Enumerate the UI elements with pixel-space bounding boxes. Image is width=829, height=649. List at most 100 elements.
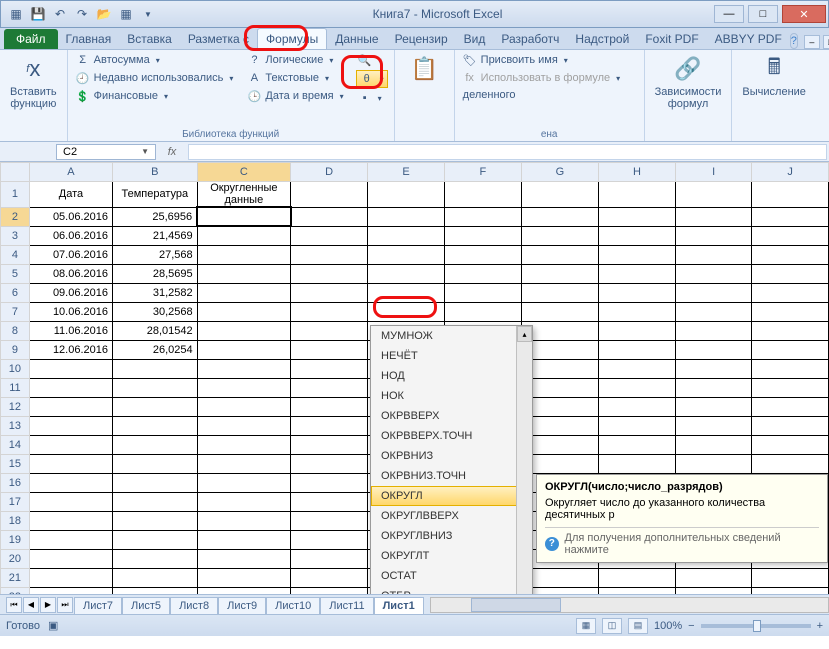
text-button[interactable]: AТекстовые▾: [245, 70, 345, 86]
cell-a3[interactable]: 06.06.2016: [29, 226, 112, 245]
print-preview-icon[interactable]: ▦: [117, 5, 135, 23]
tab-nav-next[interactable]: ▶: [40, 597, 56, 613]
dropdown-item-округлвверх[interactable]: ОКРУГЛВВЕРХ: [371, 506, 532, 526]
col-header-h[interactable]: H: [598, 163, 675, 182]
sheet-tab-Лист5[interactable]: Лист5: [122, 597, 170, 614]
sheet-tab-Лист9[interactable]: Лист9: [218, 597, 266, 614]
wb-restore-button[interactable]: □: [823, 35, 829, 49]
row-header-10[interactable]: 10: [1, 359, 30, 378]
dropdown-item-окрвниз.точн[interactable]: ОКРВНИЗ.ТОЧН: [371, 466, 532, 486]
tab-nav-first[interactable]: ⏮: [6, 597, 22, 613]
redo-icon[interactable]: ↷: [73, 5, 91, 23]
row-header-3[interactable]: 3: [1, 226, 30, 245]
row-header-2[interactable]: 2: [1, 207, 30, 226]
cell-b8[interactable]: 28,01542: [113, 321, 198, 340]
cell-a2[interactable]: 05.06.2016: [29, 207, 112, 226]
zoom-knob[interactable]: [753, 620, 761, 632]
cell-a8[interactable]: 11.06.2016: [29, 321, 112, 340]
calc-button[interactable]: 🖩 Вычисление: [738, 52, 810, 100]
cell-a6[interactable]: 09.06.2016: [29, 283, 112, 302]
col-header-g[interactable]: G: [521, 163, 598, 182]
dropdown-scrollbar[interactable]: ▴ ▾: [516, 326, 532, 594]
select-all-corner[interactable]: [1, 163, 30, 182]
math-trig-button[interactable]: θ▾: [356, 70, 388, 88]
datetime-button[interactable]: 🕒Дата и время▾: [245, 88, 345, 104]
trace-button[interactable]: 🔗 Зависимости формул: [651, 52, 726, 112]
qat-dropdown-icon[interactable]: ▼: [139, 5, 157, 23]
sheet-tab-Лист11[interactable]: Лист11: [320, 597, 373, 614]
tab-home[interactable]: Главная: [58, 29, 120, 49]
dropdown-item-отбр[interactable]: ОТБР: [371, 586, 532, 594]
row-header-12[interactable]: 12: [1, 397, 30, 416]
tab-nav-prev[interactable]: ◀: [23, 597, 39, 613]
cell-b5[interactable]: 28,5695: [113, 264, 198, 283]
scroll-up-icon[interactable]: ▴: [517, 326, 532, 342]
cell-c3[interactable]: [197, 226, 290, 245]
cell-c5[interactable]: [197, 264, 290, 283]
row-header-21[interactable]: 21: [1, 568, 30, 587]
tab-file[interactable]: Файл: [4, 29, 58, 49]
tab-addins[interactable]: Надстрой: [567, 29, 637, 49]
sheet-tab-Лист1[interactable]: Лист1: [374, 597, 424, 614]
cell-b3[interactable]: 21,4569: [113, 226, 198, 245]
row-header-20[interactable]: 20: [1, 549, 30, 568]
dropdown-item-округлт[interactable]: ОКРУГЛТ: [371, 546, 532, 566]
dropdown-item-нечёт[interactable]: НЕЧЁТ: [371, 346, 532, 366]
row-header-9[interactable]: 9: [1, 340, 30, 359]
tab-layout[interactable]: Разметка с: [180, 29, 257, 49]
row-header-18[interactable]: 18: [1, 511, 30, 530]
tab-foxit[interactable]: Foxit PDF: [637, 29, 706, 49]
sheet-tab-Лист7[interactable]: Лист7: [74, 597, 122, 614]
financial-button[interactable]: 💲Финансовые▾: [74, 88, 236, 104]
recent-button[interactable]: 🕘Недавно использовались▾: [74, 70, 236, 86]
sheet-tab-Лист10[interactable]: Лист10: [266, 597, 320, 614]
zoom-slider[interactable]: [701, 624, 811, 628]
cell-c7[interactable]: [197, 302, 290, 321]
view-layout-button[interactable]: ◫: [602, 618, 622, 634]
tab-data[interactable]: Данные: [327, 29, 386, 49]
tab-abbyy[interactable]: ABBYY PDF: [707, 29, 790, 49]
row-header-17[interactable]: 17: [1, 492, 30, 511]
tab-insert[interactable]: Вставка: [119, 29, 180, 49]
zoom-level[interactable]: 100%: [654, 620, 682, 632]
tab-view[interactable]: Вид: [456, 29, 494, 49]
horizontal-scrollbar[interactable]: [430, 597, 829, 613]
dropdown-item-нод[interactable]: НОД: [371, 366, 532, 386]
cell-c8[interactable]: [197, 321, 290, 340]
row-header-8[interactable]: 8: [1, 321, 30, 340]
row-header-16[interactable]: 16: [1, 473, 30, 492]
tab-formulas[interactable]: Формулы: [257, 28, 327, 49]
cell-b4[interactable]: 27,568: [113, 245, 198, 264]
formula-bar[interactable]: [188, 144, 827, 160]
cell-a1[interactable]: Дата: [29, 182, 112, 208]
name-box[interactable]: C2 ▼: [56, 144, 156, 160]
open-icon[interactable]: 📂: [95, 5, 113, 23]
col-header-f[interactable]: F: [445, 163, 522, 182]
dropdown-item-окрвверх.точн[interactable]: ОКРВВЕРХ.ТОЧН: [371, 426, 532, 446]
fx-button[interactable]: fx: [162, 146, 182, 158]
wb-minimize-button[interactable]: –: [804, 35, 820, 49]
col-header-a[interactable]: A: [29, 163, 112, 182]
dropdown-item-остат[interactable]: ОСТАТ: [371, 566, 532, 586]
dropdown-item-окрвниз[interactable]: ОКРВНИЗ: [371, 446, 532, 466]
cell-a7[interactable]: 10.06.2016: [29, 302, 112, 321]
define-name-button[interactable]: 🏷Присвоить имя▾: [461, 52, 638, 68]
name-box-dropdown-icon[interactable]: ▼: [141, 147, 149, 156]
excel-icon[interactable]: ▦: [7, 5, 25, 23]
row-header-5[interactable]: 5: [1, 264, 30, 283]
cell-b1[interactable]: Температура: [113, 182, 198, 208]
zoom-out-button[interactable]: −: [688, 620, 694, 632]
tab-review[interactable]: Рецензир: [387, 29, 456, 49]
cell-a4[interactable]: 07.06.2016: [29, 245, 112, 264]
macro-record-icon[interactable]: ▣: [48, 619, 58, 632]
logical-button[interactable]: ?Логические▾: [245, 52, 345, 68]
cell-b9[interactable]: 26,0254: [113, 340, 198, 359]
zoom-in-button[interactable]: +: [817, 620, 823, 632]
cell-b7[interactable]: 30,2568: [113, 302, 198, 321]
save-icon[interactable]: 💾: [29, 5, 47, 23]
cell-c9[interactable]: [197, 340, 290, 359]
dropdown-item-округлвниз[interactable]: ОКРУГЛВНИЗ: [371, 526, 532, 546]
sheet-tab-Лист8[interactable]: Лист8: [170, 597, 218, 614]
name-manager-button[interactable]: 📋: [401, 52, 448, 86]
cell-a9[interactable]: 12.06.2016: [29, 340, 112, 359]
